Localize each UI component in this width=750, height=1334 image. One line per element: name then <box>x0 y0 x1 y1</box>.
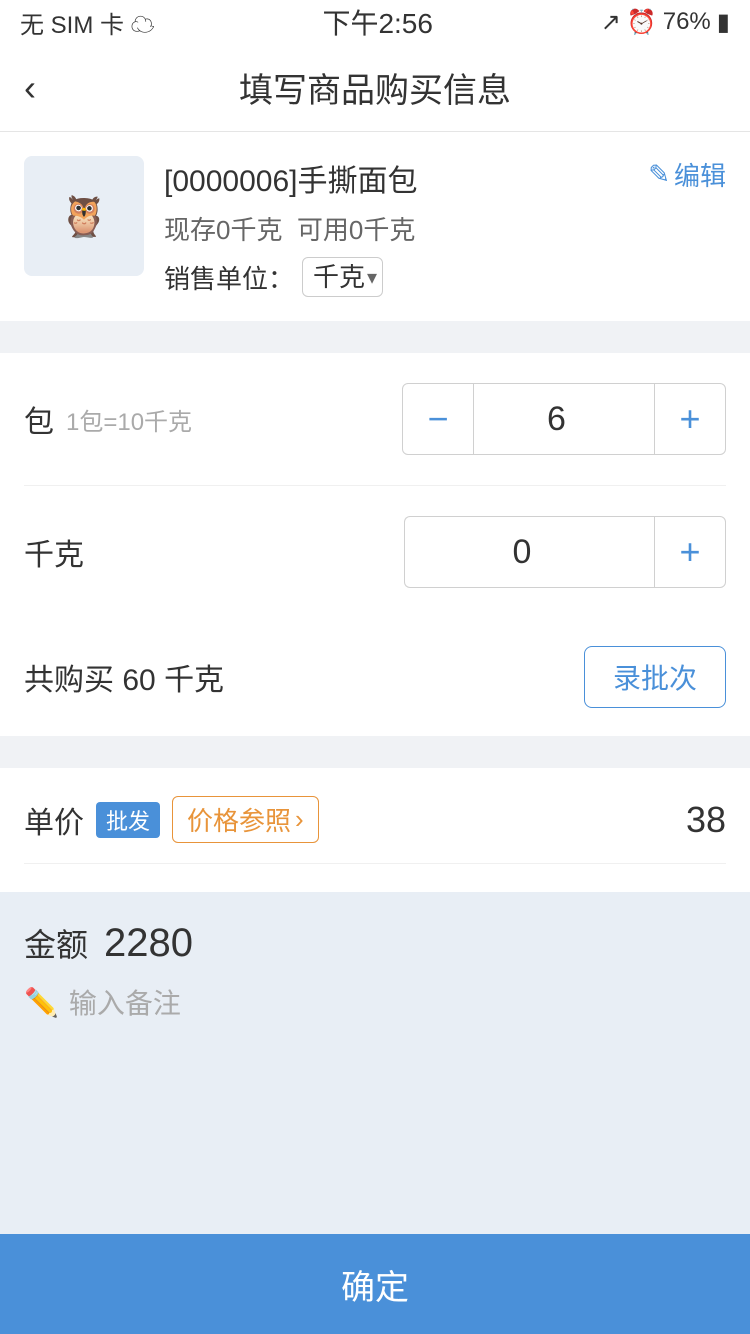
remark-placeholder: 输入备注 <box>69 982 181 1022</box>
package-hint: 1包=10千克 <box>66 402 192 437</box>
separator-2 <box>0 752 750 768</box>
price-value: 38 <box>686 799 726 841</box>
product-name: [0000006]手撕面包 <box>164 156 648 200</box>
remark-row[interactable]: ✏️ 输入备注 <box>24 982 726 1022</box>
price-ref-button[interactable]: 价格参照 › <box>172 796 319 843</box>
package-minus-button[interactable]: − <box>402 383 474 455</box>
product-card: 🦉 [0000006]手撕面包 ✎ 编辑 现存0千克 可用0千克 销售单位： 千… <box>0 132 750 321</box>
package-plus-button[interactable]: + <box>654 383 726 455</box>
location-icon: ↗ <box>601 8 621 37</box>
kg-plus-button[interactable]: + <box>654 516 726 588</box>
status-bar: 无 SIM 卡 ☁ 下午2:56 ↗ ⏰ 76% ▮ <box>0 0 750 44</box>
amount-row: 金额 2280 <box>24 920 726 966</box>
unit-select[interactable]: 千克 <box>302 257 383 297</box>
battery-icon: ▮ <box>717 8 730 37</box>
edit-icon: ✎ <box>648 159 670 190</box>
status-left: 无 SIM 卡 ☁ <box>20 5 155 40</box>
product-stock: 现存0千克 可用0千克 <box>164 210 726 247</box>
package-label: 包 1包=10千克 <box>24 397 192 441</box>
summary-row: 共购买 60 千克 录批次 <box>0 618 750 736</box>
summary-text: 共购买 60 千克 <box>24 655 224 699</box>
confirm-button[interactable]: 确定 <box>0 1234 750 1334</box>
input-section: 包 1包=10千克 − + 千克 + <box>0 353 750 618</box>
price-left: 单价 批发 价格参照 › <box>24 796 319 843</box>
kg-input[interactable] <box>404 516 654 588</box>
package-input-row: 包 1包=10千克 − + <box>24 353 726 486</box>
amount-label: 金额 <box>24 920 88 966</box>
price-ref-arrow: › <box>295 804 304 835</box>
product-unit: 销售单位： 千克 <box>164 257 726 297</box>
product-header: [0000006]手撕面包 ✎ 编辑 <box>164 156 726 200</box>
product-image: 🦉 <box>24 156 144 276</box>
amount-section: 金额 2280 ✏️ 输入备注 <box>0 892 750 1042</box>
edit-button[interactable]: ✎ 编辑 <box>648 156 726 193</box>
back-button[interactable]: ‹ <box>24 67 36 109</box>
status-right: ↗ ⏰ 76% ▮ <box>601 8 730 37</box>
batch-button[interactable]: 录批次 <box>584 646 726 708</box>
nav-bar: ‹ 填写商品购买信息 <box>0 44 750 132</box>
amount-value: 2280 <box>104 921 193 966</box>
alarm-icon: ⏰ <box>627 8 657 37</box>
battery-level: 76% <box>663 8 711 36</box>
package-input[interactable] <box>474 383 654 455</box>
kg-input-row: 千克 + <box>24 486 726 618</box>
price-tag: 批发 <box>96 802 160 838</box>
product-logo: 🦉 <box>59 193 109 240</box>
status-time: 下午2:56 <box>322 2 433 42</box>
price-section: 单价 批发 价格参照 › 38 <box>0 768 750 892</box>
price-label: 单价 <box>24 798 84 842</box>
kg-label: 千克 <box>24 530 84 574</box>
pencil-icon: ✏️ <box>24 986 59 1019</box>
sim-status: 无 SIM 卡 ☁ <box>20 5 155 40</box>
unit-select-wrapper[interactable]: 千克 <box>302 257 383 297</box>
summary-amount: 60 <box>122 664 155 697</box>
product-info: [0000006]手撕面包 ✎ 编辑 现存0千克 可用0千克 销售单位： 千克 <box>164 156 726 297</box>
kg-controls: + <box>404 516 726 588</box>
price-row: 单价 批发 价格参照 › 38 <box>24 796 726 864</box>
package-controls: − + <box>402 383 726 455</box>
separator-1 <box>0 337 750 353</box>
page-title: 填写商品购买信息 <box>239 63 511 112</box>
